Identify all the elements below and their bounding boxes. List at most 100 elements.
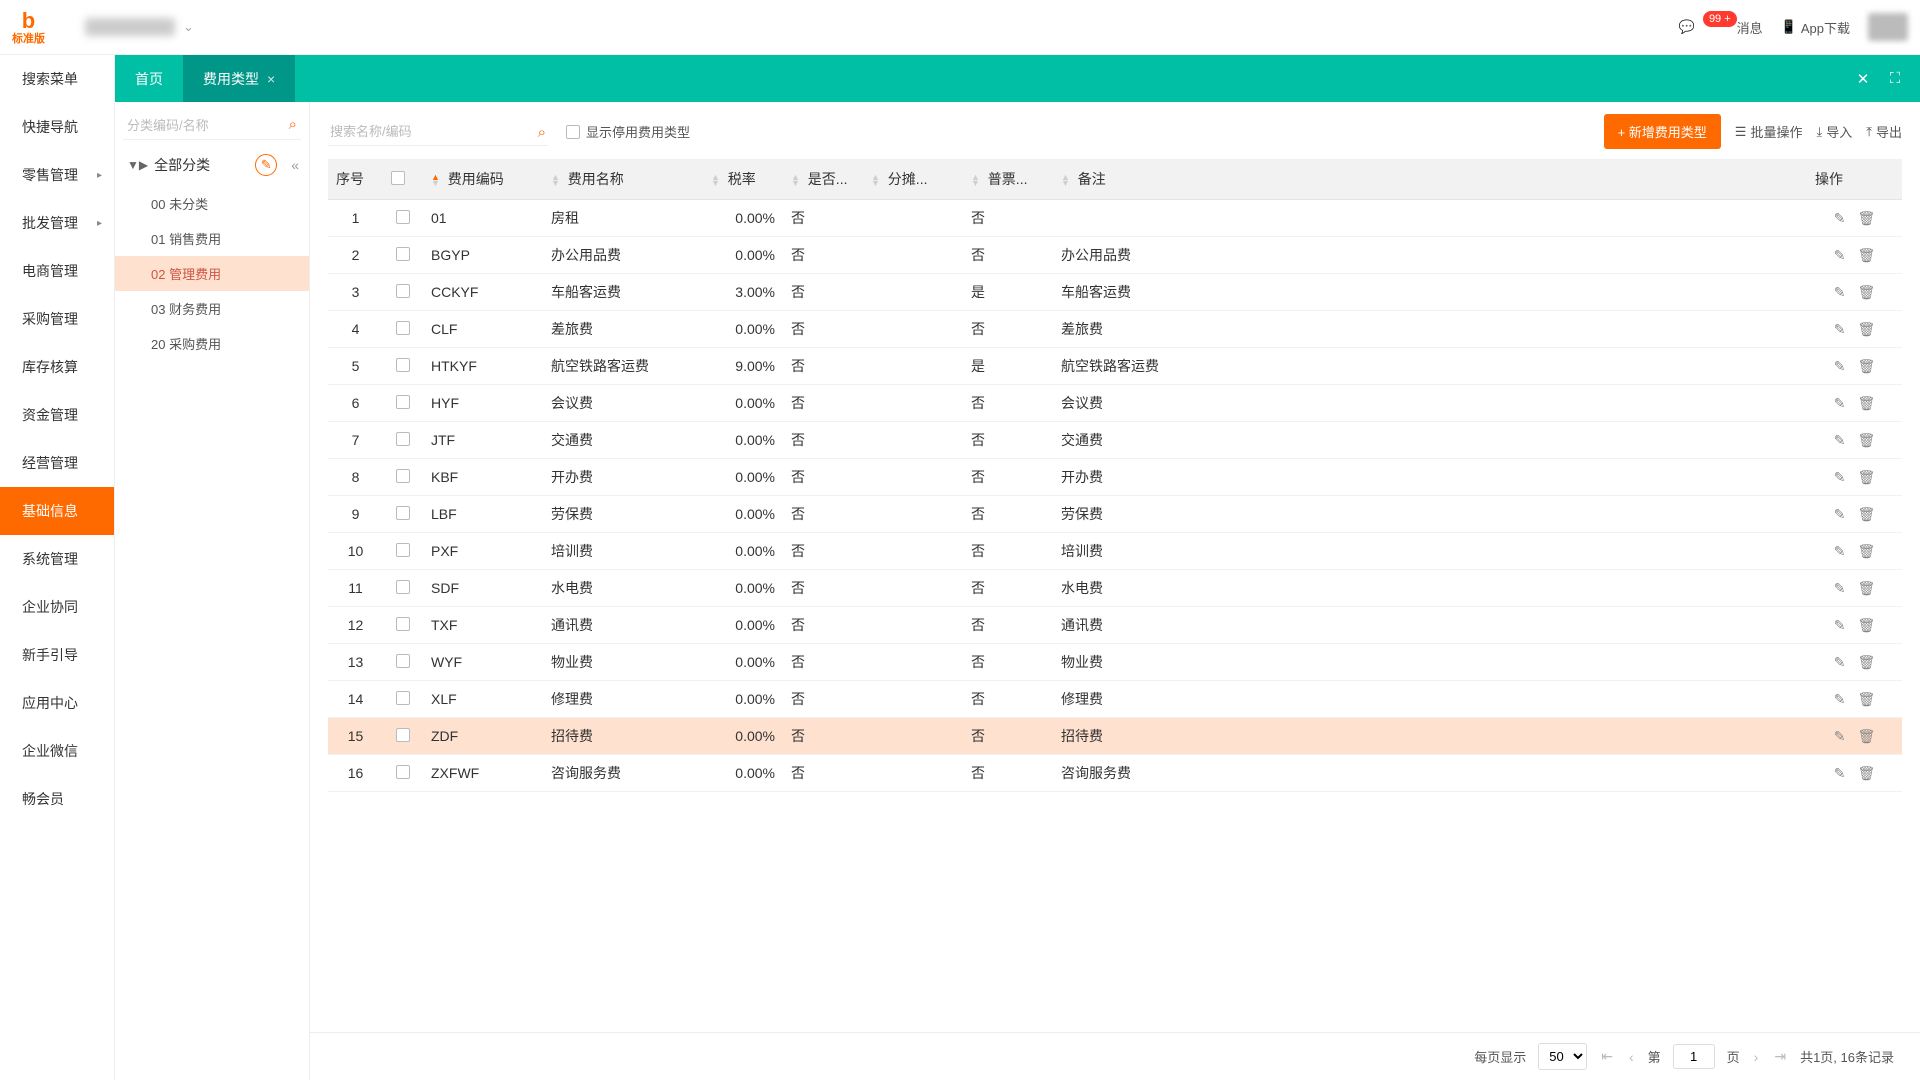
search-icon[interactable]: ⌕ bbox=[538, 124, 546, 141]
edit-icon[interactable]: ✎ bbox=[1834, 284, 1846, 301]
search-input[interactable] bbox=[328, 118, 548, 146]
row-checkbox[interactable] bbox=[396, 432, 410, 446]
sort-icon[interactable]: ▲▼ bbox=[791, 174, 800, 186]
sidebar-item[interactable]: 应用中心 bbox=[0, 679, 114, 727]
category-item[interactable]: 01 销售费用 bbox=[115, 221, 309, 256]
table-row[interactable]: 11SDF水电费0.00%否否水电费✎🗑 bbox=[328, 570, 1902, 607]
category-item[interactable]: 00 未分类 bbox=[115, 186, 309, 221]
row-checkbox[interactable] bbox=[396, 395, 410, 409]
column-header[interactable]: ▲▼ 税率 bbox=[703, 159, 783, 200]
sidebar-item[interactable]: 新手引导 bbox=[0, 631, 114, 679]
row-checkbox[interactable] bbox=[396, 617, 410, 631]
table-row[interactable]: 10PXF培训费0.00%否否培训费✎🗑 bbox=[328, 533, 1902, 570]
delete-icon[interactable]: 🗑 bbox=[1857, 358, 1875, 375]
delete-icon[interactable]: 🗑 bbox=[1857, 247, 1875, 264]
close-icon[interactable]: × bbox=[267, 71, 275, 87]
sidebar-item[interactable]: 采购管理 bbox=[0, 295, 114, 343]
delete-icon[interactable]: 🗑 bbox=[1857, 210, 1875, 227]
sidebar-item[interactable]: 搜索菜单 bbox=[0, 55, 114, 103]
messages-link[interactable]: 💬 99 + 消息 bbox=[1679, 18, 1763, 37]
delete-icon[interactable]: 🗑 bbox=[1857, 543, 1875, 560]
avatar[interactable] bbox=[1868, 13, 1908, 41]
close-all-tabs-icon[interactable]: ✕ bbox=[1852, 68, 1874, 90]
edit-icon[interactable]: ✎ bbox=[1834, 580, 1846, 597]
first-page-button[interactable]: ⇤ bbox=[1599, 1048, 1615, 1065]
sidebar-item[interactable]: 企业微信 bbox=[0, 727, 114, 775]
sidebar-item[interactable]: 系统管理 bbox=[0, 535, 114, 583]
row-checkbox[interactable] bbox=[396, 728, 410, 742]
row-checkbox[interactable] bbox=[396, 210, 410, 224]
sidebar-item[interactable]: 企业协同 bbox=[0, 583, 114, 631]
sort-icon[interactable]: ▲▼ bbox=[431, 174, 440, 186]
column-header[interactable]: ▲▼ 普票... bbox=[963, 159, 1053, 200]
import-button[interactable]: ⤓ 导入 bbox=[1816, 122, 1852, 141]
edit-icon[interactable]: ✎ bbox=[1834, 321, 1846, 338]
delete-icon[interactable]: 🗑 bbox=[1857, 506, 1875, 523]
table-row[interactable]: 7JTF交通费0.00%否否交通费✎🗑 bbox=[328, 422, 1902, 459]
edit-icon[interactable]: ✎ bbox=[1834, 617, 1846, 634]
edit-icon[interactable]: ✎ bbox=[1834, 654, 1846, 671]
sidebar-item[interactable]: 经营管理 bbox=[0, 439, 114, 487]
table-row[interactable]: 16ZXFWF咨询服务费0.00%否否咨询服务费✎🗑 bbox=[328, 755, 1902, 792]
edit-icon[interactable]: ✎ bbox=[1834, 358, 1846, 375]
row-checkbox[interactable] bbox=[396, 543, 410, 557]
delete-icon[interactable]: 🗑 bbox=[1857, 728, 1875, 745]
delete-icon[interactable]: 🗑 bbox=[1857, 284, 1875, 301]
edit-icon[interactable]: ✎ bbox=[1834, 506, 1846, 523]
org-selector[interactable]: ⌄ bbox=[85, 18, 194, 36]
delete-icon[interactable]: 🗑 bbox=[1857, 395, 1875, 412]
table-row[interactable]: 3CCKYF车船客运费3.00%否是车船客运费✎🗑 bbox=[328, 274, 1902, 311]
row-checkbox[interactable] bbox=[396, 247, 410, 261]
sort-icon[interactable]: ▲▼ bbox=[971, 174, 980, 186]
page-input[interactable] bbox=[1673, 1044, 1715, 1069]
row-checkbox[interactable] bbox=[396, 765, 410, 779]
row-checkbox[interactable] bbox=[396, 654, 410, 668]
delete-icon[interactable]: 🗑 bbox=[1857, 580, 1875, 597]
sidebar-item[interactable]: 快捷导航 bbox=[0, 103, 114, 151]
tab[interactable]: 费用类型× bbox=[183, 55, 295, 102]
table-row[interactable]: 13WYF物业费0.00%否否物业费✎🗑 bbox=[328, 644, 1902, 681]
sidebar-item[interactable]: 畅会员 bbox=[0, 775, 114, 823]
category-item[interactable]: 20 采购费用 bbox=[115, 326, 309, 361]
column-header[interactable]: ▲▼ 费用名称 bbox=[543, 159, 703, 200]
export-button[interactable]: ⤒ 导出 bbox=[1866, 122, 1902, 141]
last-page-button[interactable]: ⇥ bbox=[1772, 1048, 1788, 1065]
add-category-button[interactable]: ✎ bbox=[255, 154, 277, 176]
sort-icon[interactable]: ▲▼ bbox=[871, 174, 880, 186]
prev-page-button[interactable]: ‹ bbox=[1627, 1049, 1636, 1065]
table-row[interactable]: 12TXF通讯费0.00%否否通讯费✎🗑 bbox=[328, 607, 1902, 644]
delete-icon[interactable]: 🗑 bbox=[1857, 469, 1875, 486]
row-checkbox[interactable] bbox=[396, 284, 410, 298]
delete-icon[interactable]: 🗑 bbox=[1857, 321, 1875, 338]
tab[interactable]: 首页 bbox=[115, 55, 183, 102]
table-row[interactable]: 4CLF差旅费0.00%否否差旅费✎🗑 bbox=[328, 311, 1902, 348]
sort-icon[interactable]: ▲▼ bbox=[1061, 174, 1070, 186]
delete-icon[interactable]: 🗑 bbox=[1857, 617, 1875, 634]
sidebar-item[interactable]: 基础信息 bbox=[0, 487, 114, 535]
column-header[interactable]: ▲▼ 备注 bbox=[1053, 159, 1807, 200]
search-icon[interactable]: ⌕ bbox=[289, 116, 297, 133]
edit-icon[interactable]: ✎ bbox=[1834, 691, 1846, 708]
table-row[interactable]: 5HTKYF航空铁路客运费9.00%否是航空铁路客运费✎🗑 bbox=[328, 348, 1902, 385]
table-row[interactable]: 2BGYP办公用品费0.00%否否办公用品费✎🗑 bbox=[328, 237, 1902, 274]
edit-icon[interactable]: ✎ bbox=[1834, 543, 1846, 560]
row-checkbox[interactable] bbox=[396, 321, 410, 335]
table-row[interactable]: 9LBF劳保费0.00%否否劳保费✎🗑 bbox=[328, 496, 1902, 533]
row-checkbox[interactable] bbox=[396, 358, 410, 372]
sidebar-item[interactable]: 电商管理 bbox=[0, 247, 114, 295]
select-all-checkbox[interactable] bbox=[391, 171, 405, 185]
fullscreen-icon[interactable]: ⛶ bbox=[1884, 68, 1906, 90]
row-checkbox[interactable] bbox=[396, 469, 410, 483]
app-download-link[interactable]: 📱 App下载 bbox=[1781, 18, 1850, 37]
category-item[interactable]: 03 财务费用 bbox=[115, 291, 309, 326]
edit-icon[interactable]: ✎ bbox=[1834, 395, 1846, 412]
table-row[interactable]: 14XLF修理费0.00%否否修理费✎🗑 bbox=[328, 681, 1902, 718]
collapse-pane-icon[interactable]: « bbox=[291, 157, 299, 173]
delete-icon[interactable]: 🗑 bbox=[1857, 432, 1875, 449]
tree-toggle-icon[interactable]: ▼▶ bbox=[127, 158, 148, 172]
category-item[interactable]: 02 管理费用 bbox=[115, 256, 309, 291]
column-header[interactable]: ▲▼ 分摊... bbox=[863, 159, 963, 200]
column-header[interactable]: ▲▼ 费用编码 bbox=[423, 159, 543, 200]
edit-icon[interactable]: ✎ bbox=[1834, 469, 1846, 486]
edit-icon[interactable]: ✎ bbox=[1834, 728, 1846, 745]
